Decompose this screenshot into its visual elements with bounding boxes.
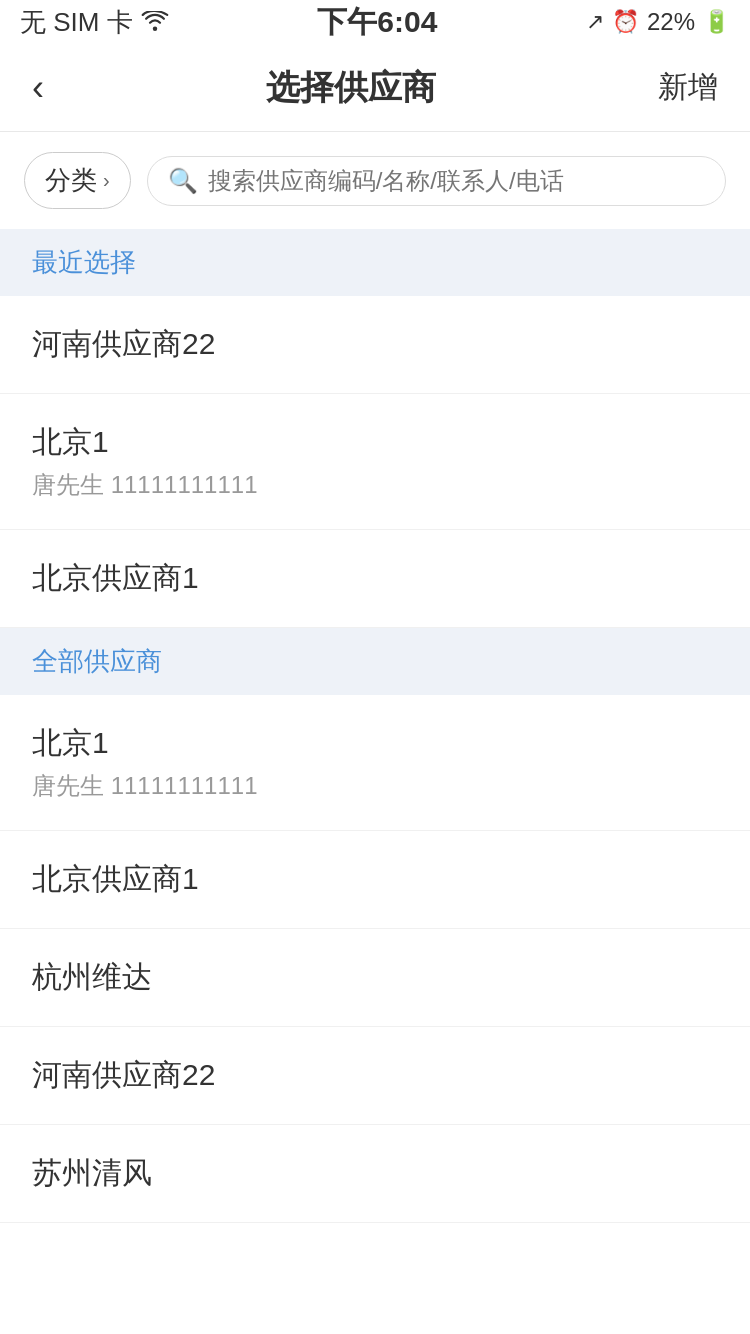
all-section-label: 全部供应商 <box>32 646 162 676</box>
all-list: 北京1 唐先生 11111111111 北京供应商1 杭州维达河南供应商22 苏州清风 <box>0 695 750 1223</box>
battery-percent: 22% <box>647 8 695 36</box>
list-item[interactable]: 北京1 唐先生 11111111111 <box>0 394 750 530</box>
category-chevron: › <box>103 169 110 192</box>
category-label: 分类 <box>45 163 97 198</box>
list-item[interactable]: 河南供应商22 <box>0 296 750 394</box>
item-name: 北京1 <box>32 723 718 764</box>
item-name: 苏州清风 <box>32 1153 718 1194</box>
wifi-icon <box>141 7 169 38</box>
status-time: 下午6:04 <box>317 2 437 43</box>
list-item[interactable]: 苏州清风 <box>0 1125 750 1223</box>
recent-section-header: 最近选择 <box>0 229 750 296</box>
back-button[interactable]: ‹ <box>32 67 44 109</box>
item-sub: 唐先生 11111111111 <box>32 770 718 802</box>
filter-bar: 分类 › 🔍 <box>0 132 750 229</box>
status-right: ↗ ⏰ 22% 🔋 <box>586 8 730 36</box>
list-item[interactable]: 北京供应商1 <box>0 831 750 929</box>
list-item[interactable]: 北京1 唐先生 11111111111 <box>0 695 750 831</box>
status-bar: 无 SIM 卡 下午6:04 ↗ ⏰ 22% 🔋 <box>0 0 750 44</box>
nav-bar: ‹ 选择供应商 新增 <box>0 44 750 132</box>
item-name: 北京供应商1 <box>32 558 718 599</box>
search-input[interactable] <box>208 167 705 195</box>
all-section-header: 全部供应商 <box>0 628 750 695</box>
item-name: 北京供应商1 <box>32 859 718 900</box>
sim-label: 无 SIM 卡 <box>20 5 133 40</box>
list-item[interactable]: 杭州维达 <box>0 929 750 1027</box>
recent-section-label: 最近选择 <box>32 247 136 277</box>
status-left: 无 SIM 卡 <box>20 5 169 40</box>
search-icon: 🔍 <box>168 167 198 195</box>
list-item[interactable]: 河南供应商22 <box>0 1027 750 1125</box>
item-name: 杭州维达 <box>32 957 718 998</box>
alarm-icon: ⏰ <box>612 9 639 35</box>
battery-icon: 🔋 <box>703 9 730 35</box>
category-button[interactable]: 分类 › <box>24 152 131 209</box>
search-box[interactable]: 🔍 <box>147 156 726 206</box>
item-name: 北京1 <box>32 422 718 463</box>
list-item[interactable]: 北京供应商1 <box>0 530 750 628</box>
recent-list: 河南供应商22 北京1 唐先生 11111111111 北京供应商1 <box>0 296 750 628</box>
item-sub: 唐先生 11111111111 <box>32 469 718 501</box>
add-button[interactable]: 新增 <box>658 67 718 108</box>
item-name: 河南供应商22 <box>32 1055 718 1096</box>
location-icon: ↗ <box>586 9 604 35</box>
item-name: 河南供应商22 <box>32 324 718 365</box>
page-title: 选择供应商 <box>266 65 436 111</box>
